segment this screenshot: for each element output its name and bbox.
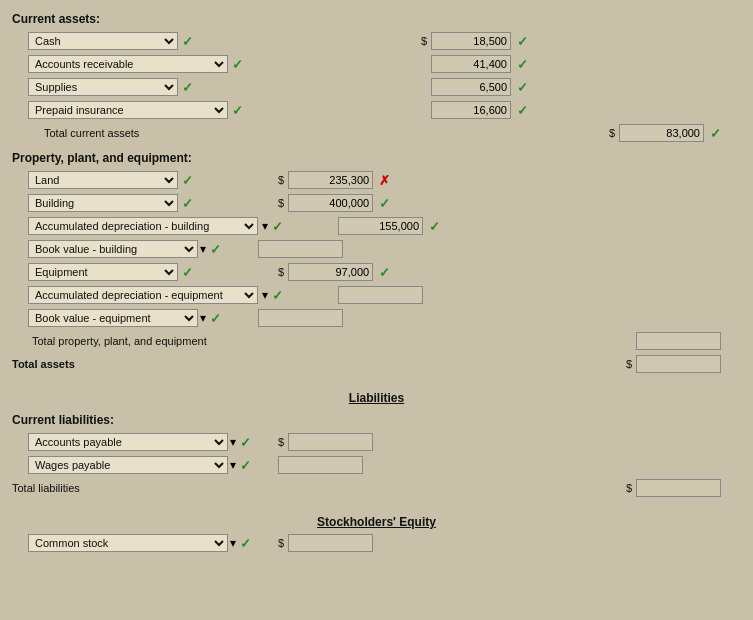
- accum-dep-building-dropdown-check: ▾: [262, 219, 268, 233]
- land-check: ✓: [182, 173, 193, 188]
- accum-dep-building-select[interactable]: Accumulated depreciation - building: [28, 217, 258, 235]
- ppe-header: Property, plant, and equipment:: [12, 151, 192, 165]
- building-row: Building ✓ $ ✓: [12, 193, 741, 213]
- accum-dep-building-row: Accumulated depreciation - building ▾ ✓ …: [12, 216, 741, 236]
- accum-dep-equipment-input[interactable]: [338, 286, 423, 304]
- ade-arrow: ▾: [262, 288, 268, 302]
- building-select[interactable]: Building: [28, 194, 178, 212]
- ar-select[interactable]: Accounts receivable: [28, 55, 228, 73]
- common-stock-select[interactable]: Common stock: [28, 534, 228, 552]
- accum-dep-building-value-check: ✓: [429, 219, 440, 234]
- total-liabilities-dollar: $: [626, 482, 632, 494]
- liabilities-title: Liabilities: [12, 391, 741, 405]
- ar-input[interactable]: [431, 55, 511, 73]
- total-liabilities-row: Total liabilities $: [12, 478, 741, 498]
- cash-dollar: $: [421, 35, 427, 47]
- accum-dep-building-check: ✓: [272, 219, 283, 234]
- land-input[interactable]: [288, 171, 373, 189]
- accounts-payable-select[interactable]: Accounts payable: [28, 433, 228, 451]
- book-value-building-input[interactable]: [258, 240, 343, 258]
- total-assets-label: Total assets: [12, 358, 75, 370]
- total-ppe-input[interactable]: [636, 332, 721, 350]
- total-liabilities-input[interactable]: [636, 479, 721, 497]
- accounts-payable-row: Accounts payable ▾ ✓ $: [12, 432, 741, 452]
- total-ppe-label: Total property, plant, and equipment: [16, 335, 207, 347]
- supplies-select[interactable]: Supplies: [28, 78, 178, 96]
- ar-row: Accounts receivable ✓ ✓: [12, 54, 741, 74]
- total-assets-row: Total assets $: [12, 354, 741, 374]
- accum-dep-equipment-row: Accumulated depreciation - equipment ▾ ✓: [12, 285, 741, 305]
- current-liabilities-header: Current liabilities:: [12, 413, 114, 427]
- total-liabilities-label: Total liabilities: [12, 482, 80, 494]
- cash-value-check: ✓: [517, 34, 528, 49]
- ar-check: ✓: [232, 57, 243, 72]
- supplies-row: Supplies ✓ ✓: [12, 77, 741, 97]
- cash-input[interactable]: [431, 32, 511, 50]
- prepaid-input[interactable]: [431, 101, 511, 119]
- building-dollar: $: [278, 197, 284, 209]
- land-value-mark: ✗: [379, 173, 390, 188]
- book-value-building-row: Book value - building ▾ ✓: [12, 239, 741, 259]
- cash-select[interactable]: Cash: [28, 32, 178, 50]
- book-value-equipment-check: ✓: [210, 311, 221, 326]
- total-current-assets-row: Total current assets $ ✓: [12, 123, 741, 143]
- ar-value-check: ✓: [517, 57, 528, 72]
- supplies-check: ✓: [182, 80, 193, 95]
- ap-dollar: $: [278, 436, 284, 448]
- equipment-row: Equipment ✓ $ ✓: [12, 262, 741, 282]
- prepaid-select[interactable]: Prepaid insurance: [28, 101, 228, 119]
- common-stock-row: Common stock ▾ ✓ $: [12, 533, 741, 553]
- stockholders-title: Stockholders' Equity: [12, 515, 741, 529]
- equipment-select[interactable]: Equipment: [28, 263, 178, 281]
- accum-dep-equipment-check: ✓: [272, 288, 283, 303]
- prepaid-value-check: ✓: [517, 103, 528, 118]
- book-value-equipment-select[interactable]: Book value - equipment: [28, 309, 198, 327]
- accounts-payable-input[interactable]: [288, 433, 373, 451]
- equipment-check: ✓: [182, 265, 193, 280]
- building-check: ✓: [182, 196, 193, 211]
- tca-dollar: $: [609, 127, 615, 139]
- book-value-building-select[interactable]: Book value - building: [28, 240, 198, 258]
- bvb-arrow: ▾: [200, 242, 206, 256]
- building-input[interactable]: [288, 194, 373, 212]
- cs-dollar: $: [278, 537, 284, 549]
- common-stock-check: ✓: [240, 536, 251, 551]
- accum-dep-equipment-select[interactable]: Accumulated depreciation - equipment: [28, 286, 258, 304]
- land-select[interactable]: Land: [28, 171, 178, 189]
- book-value-equipment-row: Book value - equipment ▾ ✓: [12, 308, 741, 328]
- prepaid-row: Prepaid insurance ✓ ✓: [12, 100, 741, 120]
- building-value-check: ✓: [379, 196, 390, 211]
- total-ppe-row: Total property, plant, and equipment: [12, 331, 741, 351]
- accounts-payable-check: ✓: [240, 435, 251, 450]
- cash-check: ✓: [182, 34, 193, 49]
- land-row: Land ✓ $ ✗: [12, 170, 741, 190]
- total-assets-dollar: $: [626, 358, 632, 370]
- total-assets-input[interactable]: [636, 355, 721, 373]
- supplies-value-check: ✓: [517, 80, 528, 95]
- cs-arrow: ▾: [230, 536, 236, 550]
- equipment-value-check: ✓: [379, 265, 390, 280]
- total-current-assets-input[interactable]: [619, 124, 704, 142]
- bve-arrow: ▾: [200, 311, 206, 325]
- supplies-input[interactable]: [431, 78, 511, 96]
- prepaid-check: ✓: [232, 103, 243, 118]
- cash-row: Cash ✓ $ ✓: [12, 31, 741, 51]
- tca-check: ✓: [710, 126, 721, 141]
- book-value-equipment-input[interactable]: [258, 309, 343, 327]
- wages-payable-select[interactable]: Wages payable: [28, 456, 228, 474]
- wages-payable-check: ✓: [240, 458, 251, 473]
- common-stock-input[interactable]: [288, 534, 373, 552]
- ap-arrow: ▾: [230, 435, 236, 449]
- equipment-dollar: $: [278, 266, 284, 278]
- land-dollar: $: [278, 174, 284, 186]
- accum-dep-building-input[interactable]: [338, 217, 423, 235]
- total-current-assets-label: Total current assets: [28, 127, 139, 139]
- wp-arrow: ▾: [230, 458, 236, 472]
- book-value-building-check: ✓: [210, 242, 221, 257]
- wages-payable-input[interactable]: [278, 456, 363, 474]
- equipment-input[interactable]: [288, 263, 373, 281]
- wages-payable-row: Wages payable ▾ ✓: [12, 455, 741, 475]
- current-assets-header: Current assets:: [12, 12, 100, 26]
